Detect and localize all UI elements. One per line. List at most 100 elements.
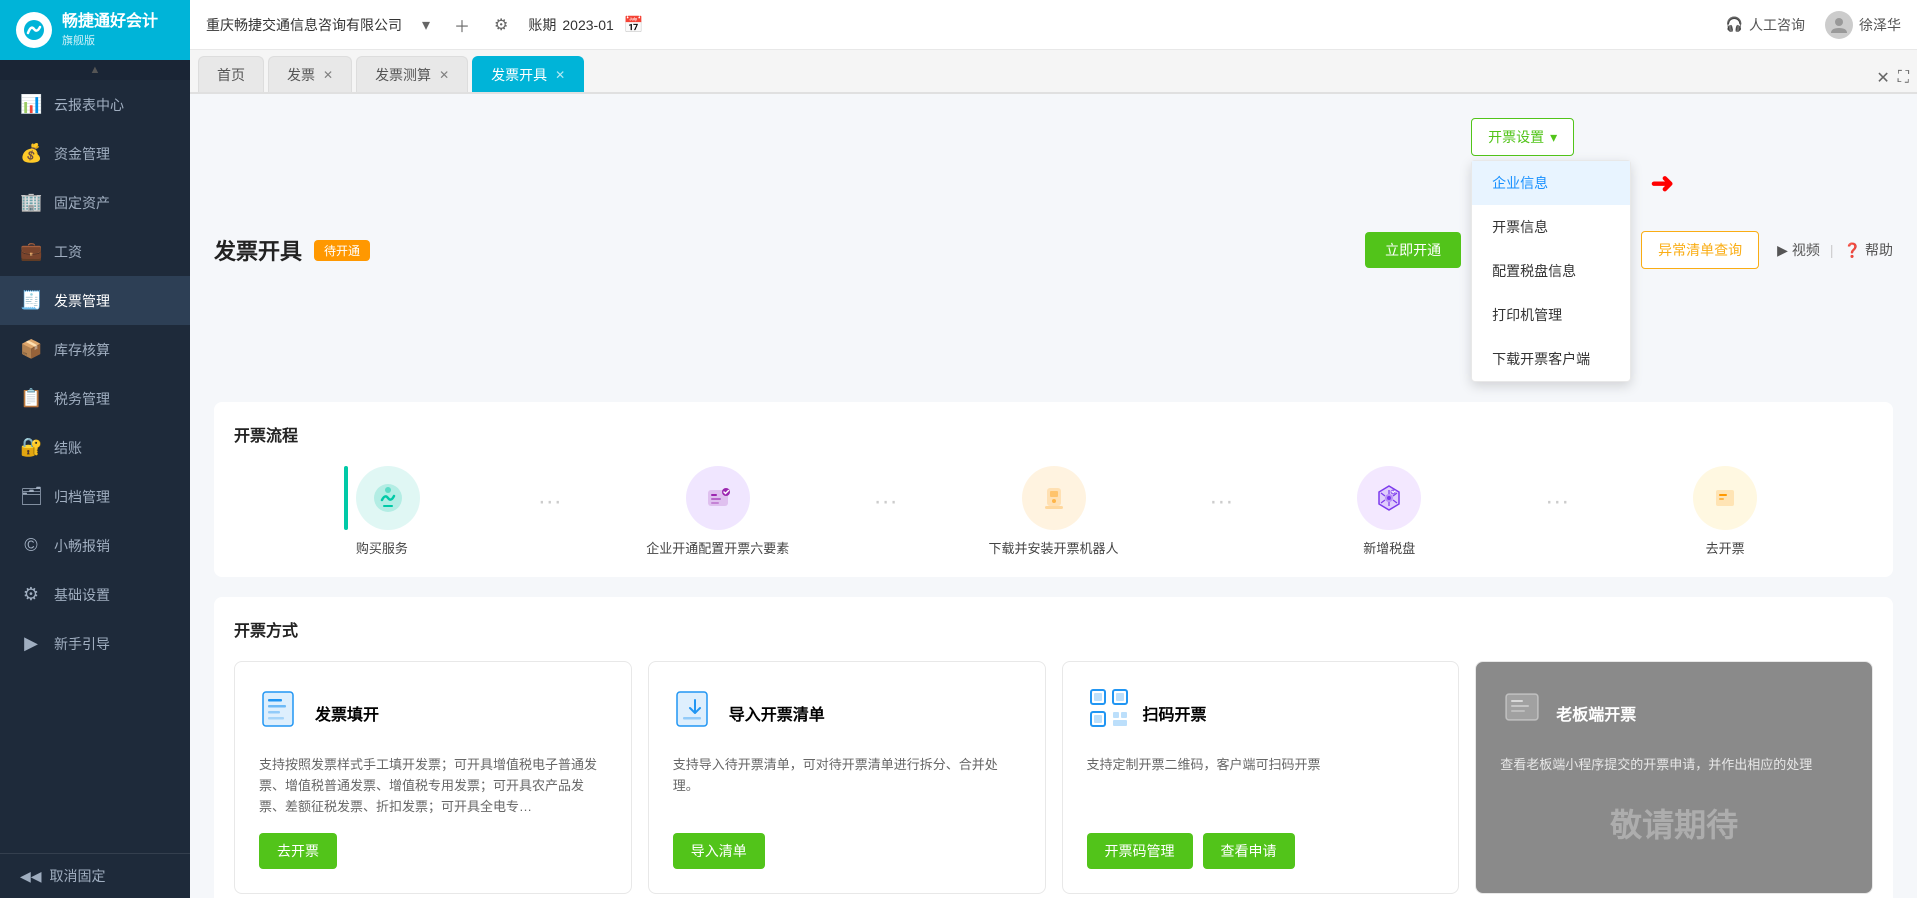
tab-fapiao-close[interactable]: ✕	[323, 68, 333, 82]
header-actions: 立即开通 开票设置 ▾ 企业信息 ➜ 开票信息	[1365, 118, 1893, 382]
sidebar-item-kucun[interactable]: 📦 库存核算	[0, 325, 190, 374]
sidebar-item-jichushezhi[interactable]: ⚙ 基础设置	[0, 570, 190, 619]
sidebar-bottom-label: 取消固定	[50, 866, 106, 886]
tab-fapiaokaichu[interactable]: 发票开具 ✕	[472, 56, 584, 92]
sidebar-item-xiaochang[interactable]: © 小畅报销	[0, 521, 190, 570]
tab-fapiaocesuan-label: 发票测算	[375, 65, 431, 85]
divider: |	[1830, 242, 1834, 258]
scroll-up[interactable]: ▲	[0, 60, 190, 80]
sidebar-item-shuiwu[interactable]: 📋 税务管理	[0, 374, 190, 423]
sidebar-label-kucun: 库存核算	[54, 340, 110, 360]
import-footer: 导入清单	[673, 833, 1021, 869]
sidebar-label-xiaochang: 小畅报销	[54, 536, 110, 556]
flow-step-2: 企业开通配置开票六要素	[570, 466, 866, 557]
sidebar-item-gudingzichan[interactable]: 🏢 固定资产	[0, 178, 190, 227]
period-display: 账期 2023-01 📅	[528, 11, 647, 39]
method-card-scan-header: 扫码开票	[1087, 686, 1435, 739]
tab-close-all-btn[interactable]: ✕	[1876, 68, 1889, 88]
sidebar-item-zijin[interactable]: 💰 资金管理	[0, 129, 190, 178]
page-title-area: 发票开具 待开通	[214, 234, 370, 266]
dropdown-item-qiye[interactable]: 企业信息 ➜	[1472, 161, 1630, 205]
exception-btn[interactable]: 异常清单查询	[1641, 231, 1759, 269]
tab-fapiaocesuan-close[interactable]: ✕	[439, 68, 449, 82]
status-badge: 待开通	[314, 240, 370, 261]
support-label: 人工咨询	[1749, 15, 1805, 35]
sidebar-item-yunbao[interactable]: 📊 云报表中心	[0, 80, 190, 129]
settings-btn[interactable]: 开票设置 ▾	[1471, 118, 1574, 156]
scan-title: 扫码开票	[1143, 701, 1207, 725]
sidebar-item-jiezhang[interactable]: 🔐 结账	[0, 423, 190, 472]
xiaochang-icon: ©	[20, 535, 42, 556]
tab-fapiaokaichu-close[interactable]: ✕	[555, 68, 565, 82]
sidebar-bottom-cancel[interactable]: ◀◀ 取消固定	[0, 853, 190, 898]
tab-home[interactable]: 首页	[198, 56, 264, 92]
avatar	[1825, 11, 1853, 39]
sidebar-item-guidang[interactable]: 🗂 归档管理	[0, 472, 190, 521]
dropdown-item-xiazai[interactable]: 下载开票客户端	[1472, 337, 1630, 381]
play-icon: ▶	[1777, 242, 1788, 259]
method-section-title: 开票方式	[234, 617, 1873, 641]
topbar: 重庆畅捷交通信息咨询有限公司 ▾ ＋ ⚙ 账期 2023-01 📅 🎧 人工咨询…	[190, 0, 1917, 50]
sidebar-item-gongzi[interactable]: 💼 工资	[0, 227, 190, 276]
sidebar-item-xinshouyindao[interactable]: ▶ 新手引导	[0, 619, 190, 668]
sidebar-label-jichushezhi: 基础设置	[54, 585, 110, 605]
activate-btn[interactable]: 立即开通	[1365, 232, 1461, 268]
scan-manage-btn[interactable]: 开票码管理	[1087, 833, 1193, 869]
method-card-import: 导入开票清单 支持导入待开票清单，可对待开票清单进行拆分、合并处理。 导入清单	[648, 661, 1046, 894]
flow-step-4: 新增税盘	[1241, 466, 1537, 557]
sidebar: 畅捷通好会计 旗舰版 ▲ 📊 云报表中心 💰 资金管理 🏢 固定资产 💼 工资 …	[0, 0, 190, 898]
dropdown-item-dayinji[interactable]: 打印机管理	[1472, 293, 1630, 337]
shuiwu-icon: 📋	[20, 388, 42, 409]
sidebar-label-gongzi: 工资	[54, 242, 82, 262]
fapiao-icon: 🧾	[20, 290, 42, 311]
import-btn[interactable]: 导入清单	[673, 833, 765, 869]
sidebar-label-fapiao: 发票管理	[54, 291, 110, 311]
dropdown-item-peizhi[interactable]: 配置税盘信息	[1472, 249, 1630, 293]
method-card-boss: 老板端开票 查看老板端小程序提交的开票申请，并作出相应的处理 敬请期待	[1475, 661, 1873, 894]
user-profile-btn[interactable]: 徐泽华	[1825, 11, 1901, 39]
settings-dropdown-container: 开票设置 ▾ 企业信息 ➜ 开票信息 配置税盘信息	[1471, 118, 1631, 382]
fill-desc: 支持按照发票样式手工填开发票；可开具增值税电子普通发票、增值税普通发票、增值税专…	[259, 755, 607, 817]
sidebar-item-fapiao[interactable]: 🧾 发票管理	[0, 276, 190, 325]
sidebar-scroll: ▲ 📊 云报表中心 💰 资金管理 🏢 固定资产 💼 工资 🧾 发票管理 📦 库存…	[0, 60, 190, 853]
settings-btn[interactable]: ⚙	[490, 11, 512, 39]
period-value: 2023-01	[562, 17, 613, 33]
boss-overlay: 敬请期待	[1500, 800, 1848, 846]
tabs-bar: 首页 发票 ✕ 发票测算 ✕ 发票开具 ✕ ✕ ⛶	[190, 50, 1917, 94]
fill-goto-btn[interactable]: 去开票	[259, 833, 337, 869]
scan-desc: 支持定制开票二维码，客户端可扫码开票	[1087, 755, 1435, 776]
tab-fapiao-label: 发票	[287, 65, 315, 85]
company-dropdown-btn[interactable]: ▾	[418, 11, 434, 39]
boss-title: 老板端开票	[1556, 701, 1636, 725]
tab-home-label: 首页	[217, 65, 245, 85]
sidebar-label-guidang: 归档管理	[54, 487, 110, 507]
help-label: 帮助	[1865, 240, 1893, 260]
fill-footer: 去开票	[259, 833, 607, 869]
tab-fapiao[interactable]: 发票 ✕	[268, 56, 352, 92]
sidebar-label-gudingzichan: 固定资产	[54, 193, 110, 213]
step5-circle	[1693, 466, 1757, 530]
step1-label: 购买服务	[356, 538, 408, 557]
scan-apply-btn[interactable]: 查看申请	[1203, 833, 1295, 869]
calendar-btn[interactable]: 📅	[620, 11, 648, 39]
method-card-boss-header: 老板端开票	[1500, 686, 1848, 739]
import-icon	[673, 686, 717, 739]
gudingzichan-icon: 🏢	[20, 192, 42, 213]
exception-btn-label: 异常清单查询	[1658, 240, 1742, 260]
method-card-fill-header: 发票填开	[259, 686, 607, 739]
tab-fapiaocesuan[interactable]: 发票测算 ✕	[356, 56, 468, 92]
dropdown-item-kaipiao[interactable]: 开票信息	[1472, 205, 1630, 249]
flow-step-5: 去开票	[1577, 466, 1873, 557]
dropdown-item-peizhi-label: 配置税盘信息	[1492, 263, 1576, 279]
add-company-btn[interactable]: ＋	[450, 9, 474, 41]
gongzi-icon: 💼	[20, 241, 42, 262]
page-header: 发票开具 待开通 立即开通 开票设置 ▾ 企业信息 ➜ 开票信息	[214, 118, 1893, 382]
tab-maximize-btn[interactable]: ⛶	[1898, 69, 1909, 87]
zijin-icon: 💰	[20, 143, 42, 164]
video-btn[interactable]: ▶ 视频	[1777, 240, 1820, 260]
settings-dropdown-menu: 企业信息 ➜ 开票信息 配置税盘信息 打印机管理 下载开票客户端	[1471, 160, 1631, 382]
support-btn[interactable]: 🎧 人工咨询	[1726, 15, 1805, 35]
help-btn[interactable]: ❓ 帮助	[1844, 240, 1893, 260]
xinshouyindao-icon: ▶	[20, 633, 42, 654]
import-title: 导入开票清单	[729, 701, 825, 725]
